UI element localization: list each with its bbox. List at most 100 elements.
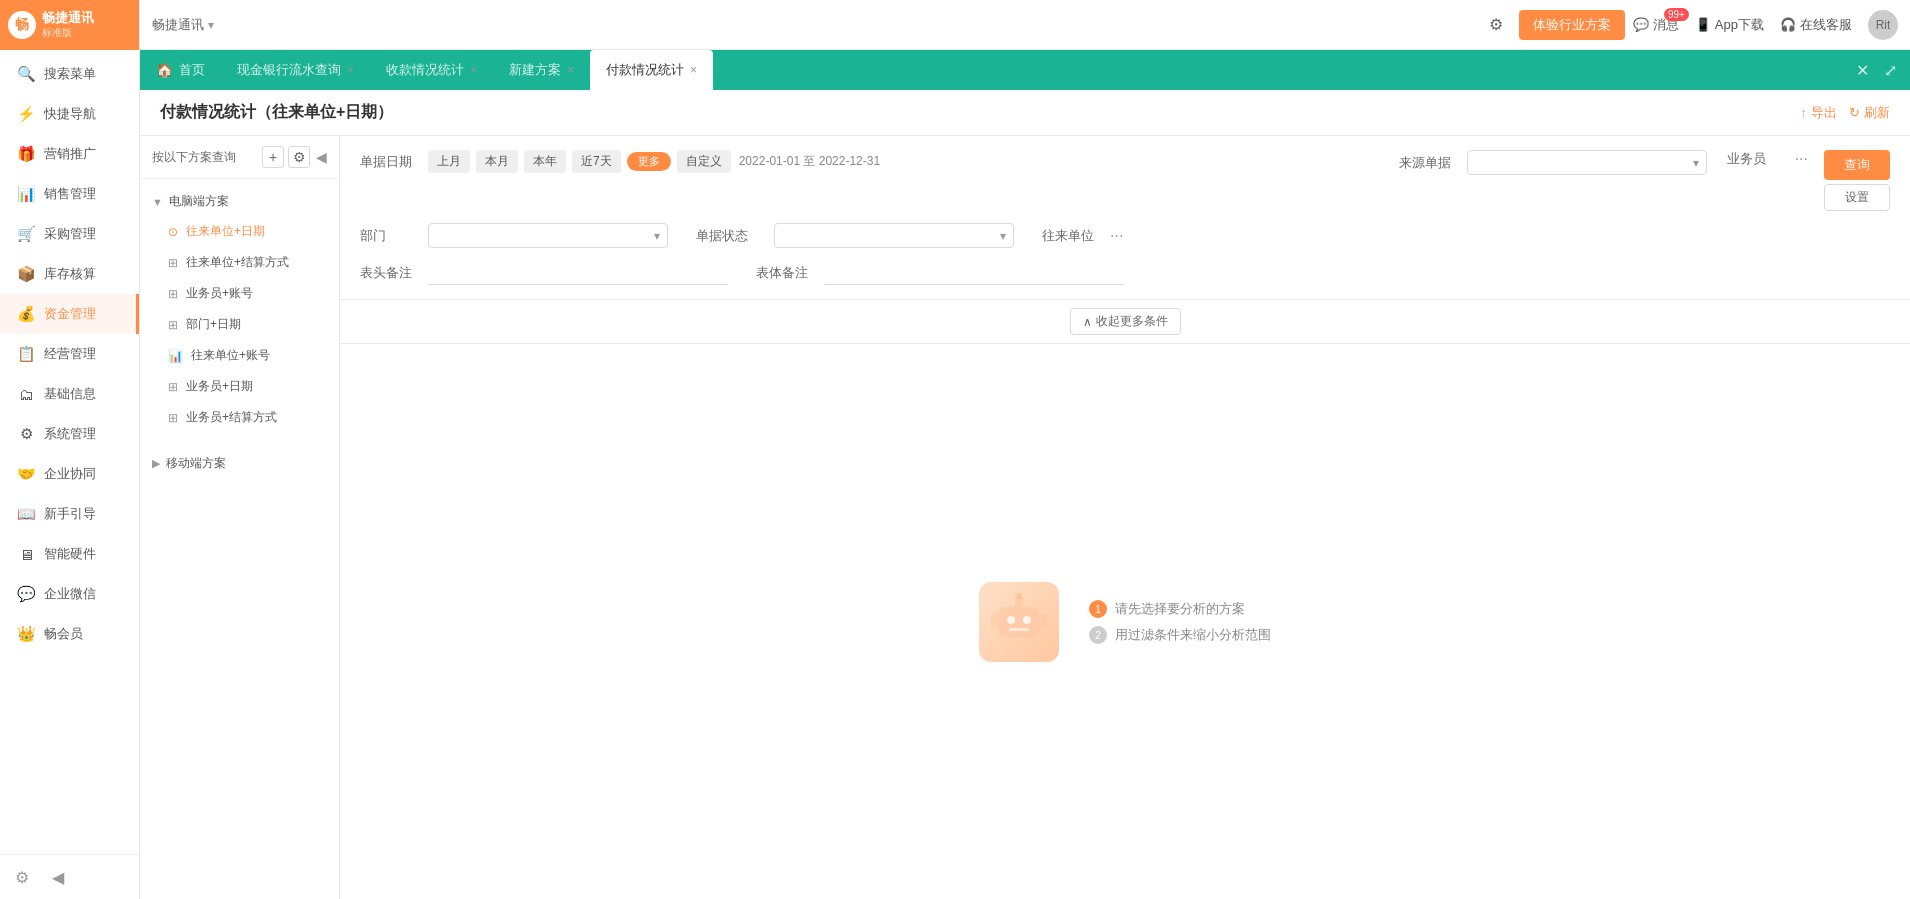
tip-num-2: 2 <box>1089 626 1107 644</box>
page-content: 付款情况统计（往来单位+日期） ↑ 导出 ↻ 刷新 按以下方案查询 + <box>140 90 1910 899</box>
sidebar-item-system[interactable]: ⚙ 系统管理 <box>0 414 139 454</box>
date-last-month-btn[interactable]: 上月 <box>428 150 470 173</box>
collapse-icon: ∧ <box>1083 315 1092 329</box>
scheme-panel: 按以下方案查询 + ⚙ ◀ ▼ 电脑端方案 ⊙ 往来单位+日期 <box>140 136 340 899</box>
sidebar-collapse-btn[interactable]: ◀ <box>44 863 72 891</box>
tab-bank-close-icon[interactable]: × <box>347 63 354 77</box>
tab-payment[interactable]: 付款情况统计 × <box>590 50 713 90</box>
empty-tip-2: 2 用过滤条件来缩小分析范围 <box>1089 626 1271 644</box>
logo-icon: 畅 <box>8 11 36 39</box>
sidebar-item-purchase[interactable]: 🛒 采购管理 <box>0 214 139 254</box>
topbar-settings-btn[interactable]: ⚙ <box>1481 10 1511 40</box>
date-custom-btn[interactable]: 自定义 <box>677 150 731 173</box>
topbar-right: 💬 消息 99+ 📱 App下载 🎧 在线客服 Rit <box>1633 10 1898 40</box>
scheme-settings-icon[interactable]: ⚙ <box>288 146 310 168</box>
sidebar-item-label: 快捷导航 <box>44 105 96 123</box>
bill-status-select[interactable] <box>774 223 1014 248</box>
svg-rect-6 <box>991 614 999 628</box>
tab-new-close-icon[interactable]: × <box>567 63 574 77</box>
sidebar-settings-btn[interactable]: ⚙ <box>8 863 36 891</box>
user-avatar[interactable]: Rit <box>1868 10 1898 40</box>
scheme-item-label: 业务员+账号 <box>186 285 253 302</box>
export-btn[interactable]: ↑ 导出 <box>1801 104 1838 122</box>
scheme-add-btn[interactable]: + <box>262 146 284 168</box>
tab-home[interactable]: 🏠 首页 <box>140 50 221 90</box>
scheme-item-partner-account[interactable]: 📊 往来单位+账号 <box>140 340 339 371</box>
date-filter-label: 单据日期 <box>360 153 420 171</box>
wechat-icon: 💬 <box>16 584 36 604</box>
sidebar-item-wechat[interactable]: 💬 企业微信 <box>0 574 139 614</box>
trial-btn[interactable]: 体验行业方案 <box>1519 10 1625 40</box>
sidebar-item-hardware[interactable]: 🖥 智能硬件 <box>0 534 139 574</box>
tab-new-label: 新建方案 <box>509 61 561 79</box>
scheme-item-staff-date[interactable]: ⊞ 业务员+日期 <box>140 371 339 402</box>
sidebar-nav: 🔍 搜索菜单 ⚡ 快捷导航 🎁 营销推广 📊 销售管理 🛒 采购管理 📦 库存核… <box>0 50 139 854</box>
tab-receipt[interactable]: 收款情况统计 × <box>370 50 493 90</box>
sidebar-item-shortcut[interactable]: ⚡ 快捷导航 <box>0 94 139 134</box>
date-this-month-btn[interactable]: 本月 <box>476 150 518 173</box>
scheme-item-label: 往来单位+结算方式 <box>186 254 289 271</box>
scheme-active-icon: ⊙ <box>168 225 178 239</box>
topbar: 畅捷通讯 ▾ ⚙ 体验行业方案 💬 消息 99+ 📱 App下载 🎧 在线客服 … <box>140 0 1910 50</box>
messages-btn[interactable]: 💬 消息 99+ <box>1633 16 1679 34</box>
sidebar-item-stock[interactable]: 📦 库存核算 <box>0 254 139 294</box>
date-this-year-btn[interactable]: 本年 <box>524 150 566 173</box>
sidebar-item-business[interactable]: 📋 经营管理 <box>0 334 139 374</box>
date-more-btn[interactable]: 更多 <box>627 152 671 171</box>
svg-rect-7 <box>1039 614 1047 628</box>
sales-icon: 📊 <box>16 184 36 204</box>
purchase-icon: 🛒 <box>16 224 36 244</box>
tip-num-1: 1 <box>1089 600 1107 618</box>
scheme-item-label: 业务员+结算方式 <box>186 409 277 426</box>
collapse-more-btn[interactable]: ∧ 收起更多条件 <box>1070 308 1181 335</box>
scheme-item-partner-settle[interactable]: ⊞ 往来单位+结算方式 <box>140 247 339 278</box>
svg-point-2 <box>1023 616 1031 624</box>
scheme-item-icon: ⊞ <box>168 287 178 301</box>
sidebar-item-basic[interactable]: 🗂 基础信息 <box>0 374 139 414</box>
tabs-controls: ✕ ⤢ <box>1842 58 1910 82</box>
scheme-item-partner-date[interactable]: ⊙ 往来单位+日期 <box>140 216 339 247</box>
scheme-item-label: 往来单位+日期 <box>186 223 265 240</box>
filter-area: 单据日期 上月 本月 本年 近7天 更多 自定义 2022-01-01 至 20… <box>340 136 1910 300</box>
query-btn[interactable]: 查询 <box>1824 150 1890 180</box>
app-download-btn[interactable]: 📱 App下载 <box>1695 16 1764 34</box>
sidebar-search-menu[interactable]: 🔍 搜索菜单 <box>0 54 139 94</box>
partner-filter-dots[interactable]: ··· <box>1110 227 1123 245</box>
tab-bank[interactable]: 现金银行流水查询 × <box>221 50 370 90</box>
tab-receipt-close-icon[interactable]: × <box>470 63 477 77</box>
sidebar-item-sales[interactable]: 📊 销售管理 <box>0 174 139 214</box>
tab-maximize-btn[interactable]: ⤢ <box>1878 58 1902 82</box>
search-icon: 🔍 <box>16 64 36 84</box>
scheme-item-staff-account[interactable]: ⊞ 业务员+账号 <box>140 278 339 309</box>
scheme-panel-collapse-btn[interactable]: ◀ <box>316 149 327 165</box>
sidebar-item-marketing[interactable]: 🎁 营销推广 <box>0 134 139 174</box>
refresh-btn[interactable]: ↻ 刷新 <box>1849 104 1890 122</box>
desktop-scheme-section: ▼ 电脑端方案 ⊙ 往来单位+日期 ⊞ 往来单位+结算方式 ⊞ 业务员+账号 <box>140 179 339 441</box>
shortcut-icon: ⚡ <box>16 104 36 124</box>
tab-close-all-btn[interactable]: ✕ <box>1850 58 1874 82</box>
sidebar-item-funds[interactable]: 💰 资金管理 <box>0 294 139 334</box>
sidebar-item-label: 库存核算 <box>44 265 96 283</box>
tab-payment-close-icon[interactable]: × <box>690 63 697 77</box>
svg-rect-0 <box>999 607 1039 637</box>
scheme-item-staff-settle[interactable]: ⊞ 业务员+结算方式 <box>140 402 339 433</box>
sidebar-item-member[interactable]: 👑 畅会员 <box>0 614 139 654</box>
body-note-input[interactable] <box>824 260 1124 285</box>
filter-settings-btn[interactable]: 设置 <box>1824 184 1890 211</box>
online-service-btn[interactable]: 🎧 在线客服 <box>1780 16 1852 34</box>
page-actions: ↑ 导出 ↻ 刷新 <box>1801 104 1891 122</box>
desktop-section-header[interactable]: ▼ 电脑端方案 <box>140 187 339 216</box>
scheme-item-label: 业务员+日期 <box>186 378 253 395</box>
svg-rect-3 <box>1009 628 1029 631</box>
mobile-section-header[interactable]: ▶ 移动端方案 <box>140 449 339 478</box>
date-last7-btn[interactable]: 近7天 <box>572 150 621 173</box>
source-select[interactable] <box>1467 150 1707 175</box>
sidebar-item-label: 系统管理 <box>44 425 96 443</box>
dept-select[interactable] <box>428 223 668 248</box>
sidebar-item-guide[interactable]: 📖 新手引导 <box>0 494 139 534</box>
staff-filter-dots[interactable]: ··· <box>1795 150 1808 168</box>
tab-new[interactable]: 新建方案 × <box>493 50 590 90</box>
scheme-item-dept-date[interactable]: ⊞ 部门+日期 <box>140 309 339 340</box>
header-note-input[interactable] <box>428 260 728 285</box>
sidebar-item-cooperation[interactable]: 🤝 企业协同 <box>0 454 139 494</box>
